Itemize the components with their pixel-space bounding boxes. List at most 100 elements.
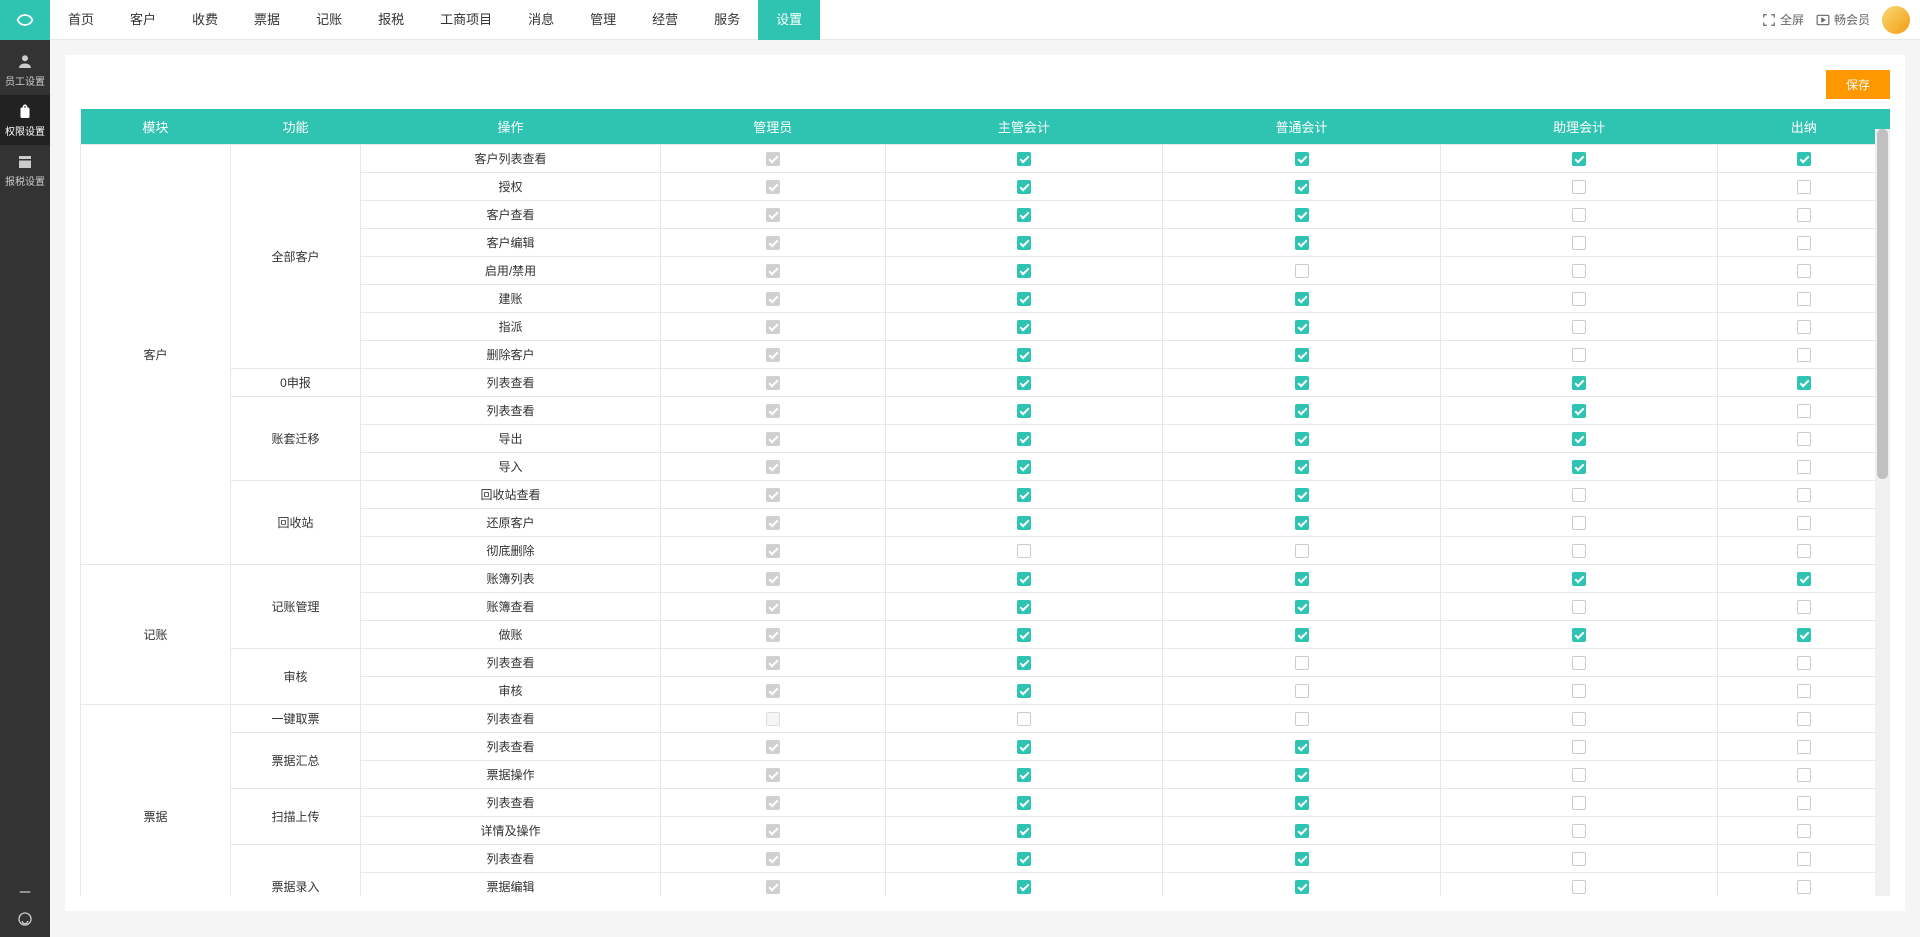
checkbox[interactable] (1295, 404, 1309, 418)
checkbox[interactable] (1295, 656, 1309, 670)
nav-8[interactable]: 管理 (572, 0, 634, 40)
checkbox[interactable] (1797, 432, 1811, 446)
checkbox[interactable] (1572, 460, 1586, 474)
checkbox[interactable] (1572, 348, 1586, 362)
checkbox[interactable] (1295, 152, 1309, 166)
checkbox[interactable] (1572, 796, 1586, 810)
checkbox[interactable] (1572, 684, 1586, 698)
checkbox[interactable] (1295, 292, 1309, 306)
checkbox[interactable] (1295, 684, 1309, 698)
checkbox[interactable] (1017, 432, 1031, 446)
checkbox[interactable] (1295, 516, 1309, 530)
checkbox[interactable] (1017, 180, 1031, 194)
checkbox[interactable] (1017, 740, 1031, 754)
nav-1[interactable]: 客户 (112, 0, 174, 40)
checkbox[interactable] (1017, 628, 1031, 642)
nav-2[interactable]: 收费 (174, 0, 236, 40)
checkbox[interactable] (1295, 460, 1309, 474)
checkbox[interactable] (1572, 628, 1586, 642)
checkbox[interactable] (1572, 600, 1586, 614)
checkbox[interactable] (1797, 208, 1811, 222)
checkbox[interactable] (1017, 208, 1031, 222)
checkbox[interactable] (1797, 488, 1811, 502)
checkbox[interactable] (1572, 404, 1586, 418)
checkbox[interactable] (1295, 824, 1309, 838)
checkbox[interactable] (1017, 852, 1031, 866)
avatar[interactable] (1882, 6, 1910, 34)
checkbox[interactable] (1572, 264, 1586, 278)
checkbox[interactable] (1295, 488, 1309, 502)
checkbox[interactable] (1797, 656, 1811, 670)
save-button[interactable]: 保存 (1826, 70, 1890, 99)
nav-5[interactable]: 报税 (360, 0, 422, 40)
checkbox[interactable] (1295, 740, 1309, 754)
checkbox[interactable] (1797, 824, 1811, 838)
checkbox[interactable] (1295, 348, 1309, 362)
checkbox[interactable] (1797, 684, 1811, 698)
checkbox[interactable] (1295, 208, 1309, 222)
sidebar-permission[interactable]: 权限设置 (0, 95, 50, 145)
checkbox[interactable] (1017, 376, 1031, 390)
checkbox[interactable] (1572, 740, 1586, 754)
checkbox[interactable] (1017, 460, 1031, 474)
checkbox[interactable] (1295, 320, 1309, 334)
checkbox[interactable] (1797, 292, 1811, 306)
checkbox[interactable] (1017, 600, 1031, 614)
checkbox[interactable] (1797, 320, 1811, 334)
checkbox[interactable] (1572, 712, 1586, 726)
member-button[interactable]: 畅会员 (1816, 11, 1870, 28)
fullscreen-button[interactable]: 全屏 (1762, 11, 1804, 28)
nav-6[interactable]: 工商项目 (422, 0, 510, 40)
headset-icon[interactable] (17, 911, 33, 927)
checkbox[interactable] (1572, 824, 1586, 838)
checkbox[interactable] (1017, 656, 1031, 670)
checkbox[interactable] (1295, 852, 1309, 866)
checkbox[interactable] (1797, 600, 1811, 614)
checkbox[interactable] (1017, 768, 1031, 782)
checkbox[interactable] (1017, 264, 1031, 278)
checkbox[interactable] (1797, 880, 1811, 894)
checkbox[interactable] (1797, 740, 1811, 754)
checkbox[interactable] (1797, 236, 1811, 250)
checkbox[interactable] (1797, 796, 1811, 810)
checkbox[interactable] (1295, 376, 1309, 390)
checkbox[interactable] (1572, 572, 1586, 586)
checkbox[interactable] (1797, 460, 1811, 474)
checkbox[interactable] (1572, 488, 1586, 502)
checkbox[interactable] (1017, 796, 1031, 810)
nav-10[interactable]: 服务 (696, 0, 758, 40)
checkbox[interactable] (1295, 880, 1309, 894)
checkbox[interactable] (1017, 880, 1031, 894)
checkbox[interactable] (1017, 544, 1031, 558)
checkbox[interactable] (1295, 600, 1309, 614)
checkbox[interactable] (1797, 628, 1811, 642)
nav-7[interactable]: 消息 (510, 0, 572, 40)
checkbox[interactable] (1295, 432, 1309, 446)
checkbox[interactable] (1295, 628, 1309, 642)
checkbox[interactable] (1797, 572, 1811, 586)
checkbox[interactable] (1797, 768, 1811, 782)
nav-9[interactable]: 经营 (634, 0, 696, 40)
checkbox[interactable] (1295, 712, 1309, 726)
checkbox[interactable] (1797, 544, 1811, 558)
nav-4[interactable]: 记账 (298, 0, 360, 40)
checkbox[interactable] (1572, 320, 1586, 334)
nav-11[interactable]: 设置 (758, 0, 820, 40)
checkbox[interactable] (1572, 544, 1586, 558)
checkbox[interactable] (1295, 264, 1309, 278)
checkbox[interactable] (1295, 180, 1309, 194)
checkbox[interactable] (1572, 768, 1586, 782)
checkbox[interactable] (1797, 404, 1811, 418)
checkbox[interactable] (1797, 712, 1811, 726)
checkbox[interactable] (1572, 376, 1586, 390)
checkbox[interactable] (1797, 264, 1811, 278)
checkbox[interactable] (1797, 152, 1811, 166)
checkbox[interactable] (1017, 488, 1031, 502)
checkbox[interactable] (1572, 432, 1586, 446)
checkbox[interactable] (1572, 656, 1586, 670)
logo[interactable] (0, 0, 50, 40)
checkbox[interactable] (1572, 516, 1586, 530)
checkbox[interactable] (1797, 180, 1811, 194)
checkbox[interactable] (1017, 152, 1031, 166)
checkbox[interactable] (1572, 292, 1586, 306)
